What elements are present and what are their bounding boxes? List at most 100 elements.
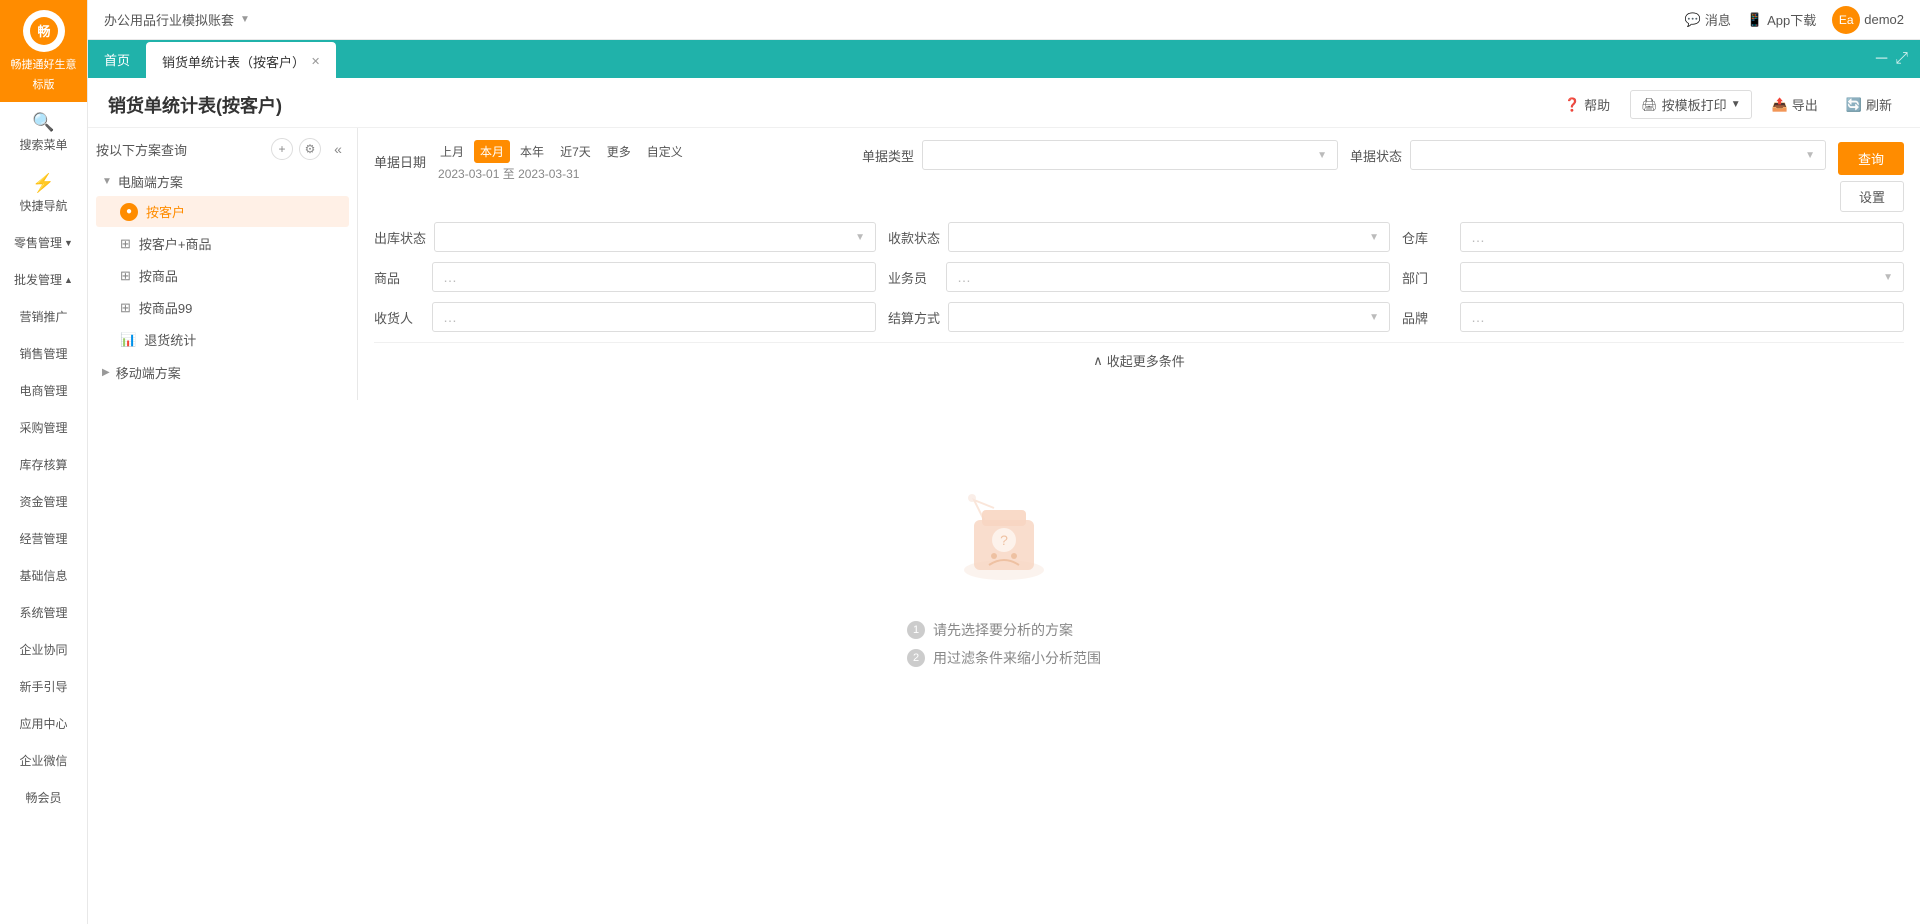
sidebar-item-marketing[interactable]: 营销推广 — [0, 298, 87, 335]
filter-date-label: 单据日期 — [374, 152, 426, 171]
empty-tips: 1 请先选择要分析的方案 2 用过滤条件来缩小分析范围 — [907, 620, 1101, 668]
collapse-label: 收起更多条件 — [1107, 351, 1185, 370]
refresh-btn[interactable]: 🔄 刷新 — [1838, 91, 1900, 118]
maximize-icon[interactable]: ⤢ — [1895, 50, 1908, 68]
sidebar-item-search[interactable]: 🔍 搜索菜单 — [0, 102, 87, 163]
sidebar-item-corpwechat-label: 企业微信 — [19, 752, 67, 769]
filter-brand-input[interactable]: … — [1460, 302, 1904, 332]
sidebar-item-wholesale-label: 批发管理 — [14, 271, 62, 288]
sidebar-item-newbie[interactable]: 新手引导 — [0, 668, 87, 705]
sidebar-item-wholesale[interactable]: 批发管理 ▲ — [0, 261, 87, 298]
filter-goods-input[interactable]: … — [432, 262, 876, 292]
filter-salesperson-input[interactable]: … — [946, 262, 1390, 292]
sidebar-item-purchase[interactable]: 采购管理 — [0, 409, 87, 446]
scheme-group-pc: ▼ 电脑端方案 ● 按客户 ⊞ 按客户+商品 ⊞ — [96, 168, 349, 355]
date-tab-this-year[interactable]: 本年 — [514, 140, 550, 163]
scheme-panel: 按以下方案查询 + ⚙ « ▼ 电脑端方案 — [88, 128, 358, 400]
by-goods-99-label: 按商品99 — [139, 298, 192, 317]
scheme-collapse-btn[interactable]: « — [327, 138, 349, 160]
filter-order-status-input[interactable]: ▼ — [1410, 140, 1826, 170]
filter-receipt-status-item: 收款状态 ▼ — [888, 222, 1390, 252]
sidebar-item-system[interactable]: 系统管理 — [0, 594, 87, 631]
export-btn[interactable]: 📤 导出 — [1764, 91, 1826, 118]
filter-salesperson-item: 业务员 … — [888, 262, 1390, 292]
date-range: 2023-03-01 至 2023-03-31 — [438, 165, 850, 182]
tip-1-text: 请先选择要分析的方案 — [933, 620, 1073, 640]
sidebar-item-corpwechat[interactable]: 企业微信 — [0, 742, 87, 779]
sidebar-item-quicknav[interactable]: ⚡ 快捷导航 — [0, 163, 87, 224]
app-download-btn[interactable]: 📱 App下载 — [1747, 10, 1816, 29]
logo-area[interactable]: 畅 畅捷通好生意 标版 — [0, 0, 87, 102]
message-btn[interactable]: 💬 消息 — [1685, 10, 1731, 29]
scheme-item-by-customer[interactable]: ● 按客户 — [96, 196, 349, 227]
scheme-edit-btn[interactable]: ⚙ — [299, 138, 321, 160]
sidebar-item-operations[interactable]: 经营管理 — [0, 520, 87, 557]
settlement-arrow-icon: ▼ — [1369, 312, 1379, 323]
sidebar-item-newbie-label: 新手引导 — [19, 678, 67, 695]
sidebar-item-quicknav-label: 快捷导航 — [19, 197, 67, 214]
scheme-add-btn[interactable]: + — [271, 138, 293, 160]
scheme-group-pc-header[interactable]: ▼ 电脑端方案 — [96, 168, 349, 195]
filter-warehouse-input[interactable]: … — [1460, 222, 1904, 252]
filter-row-4: 收货人 … 结算方式 ▼ — [374, 302, 1904, 332]
print-label: 按模板打印 — [1662, 95, 1727, 114]
page-actions: ❓ 帮助 🖨 按模板打印 ▼ 📤 导出 🔄 刷新 — [1556, 90, 1900, 119]
scheme-item-by-goods[interactable]: ⊞ 按商品 — [96, 260, 349, 291]
sidebar-item-sales[interactable]: 销售管理 — [0, 335, 87, 372]
sidebar-item-member[interactable]: 畅会员 — [0, 779, 87, 816]
by-goods-99-icon: ⊞ — [120, 300, 131, 316]
user-area[interactable]: Ea demo2 — [1832, 6, 1904, 34]
by-customer-goods-icon: ⊞ — [120, 236, 131, 252]
empty-tip-1: 1 请先选择要分析的方案 — [907, 620, 1101, 640]
by-goods-label: 按商品 — [139, 266, 178, 285]
date-tab-last-month[interactable]: 上月 — [434, 140, 470, 163]
settings-btn[interactable]: 设置 — [1840, 181, 1904, 212]
tab-sales-stat[interactable]: 销货单统计表（按客户） ✕ — [146, 42, 336, 80]
scheme-item-by-goods-99[interactable]: ⊞ 按商品99 — [96, 292, 349, 323]
retail-arrow-icon: ▼ — [64, 238, 73, 248]
filter-department-input[interactable]: ▼ — [1460, 262, 1904, 292]
tab-close-icon[interactable]: ✕ — [311, 55, 320, 68]
print-dropdown-icon: ▼ — [1731, 99, 1741, 110]
return-stat-label: 退货统计 — [144, 330, 196, 349]
filter-receipt-status-input[interactable]: ▼ — [948, 222, 1390, 252]
date-tab-this-month[interactable]: 本月 — [474, 140, 510, 163]
topbar-industry[interactable]: 办公用品行业模拟账套 ▼ — [104, 10, 250, 29]
tab-home[interactable]: 首页 — [88, 40, 146, 78]
sidebar-item-basic[interactable]: 基础信息 — [0, 557, 87, 594]
filter-settlement-input[interactable]: ▼ — [948, 302, 1390, 332]
filter-order-type-input[interactable]: ▼ — [922, 140, 1338, 170]
filter-date-item: 单据日期 上月 本月 本年 近7天 更多 自定义 20 — [374, 140, 850, 182]
collapse-more-btn[interactable]: ∧ 收起更多条件 — [1093, 351, 1185, 370]
department-arrow-icon: ▼ — [1883, 272, 1893, 283]
search-icon: 🔍 — [32, 112, 54, 133]
sidebar-item-finance[interactable]: 资金管理 — [0, 483, 87, 520]
filter-order-status-item: 单据状态 ▼ — [1350, 140, 1826, 170]
sidebar-item-retail[interactable]: 零售管理 ▼ — [0, 224, 87, 261]
date-tab-more[interactable]: 更多 — [601, 140, 637, 163]
scheme-item-return-stat[interactable]: 📊 退货统计 — [96, 324, 349, 355]
filter-warehouse-item: 仓库 … — [1402, 222, 1904, 252]
query-btn[interactable]: 查询 — [1838, 142, 1904, 175]
export-label: 导出 — [1792, 95, 1818, 114]
tab-sales-stat-label: 销货单统计表（按客户） — [162, 52, 305, 71]
tab-window-btns: ─ ⤢ — [1876, 50, 1920, 68]
export-icon: 📤 — [1772, 97, 1788, 113]
sidebar-item-ecommerce[interactable]: 电商管理 — [0, 372, 87, 409]
minimize-icon[interactable]: ─ — [1876, 50, 1887, 68]
filter-order-type-item: 单据类型 ▼ — [862, 140, 1338, 170]
date-tab-last7days[interactable]: 近7天 — [554, 140, 597, 163]
sidebar-item-inventory[interactable]: 库存核算 — [0, 446, 87, 483]
filter-actions: 查询 设置 — [1838, 140, 1904, 212]
scheme-group-mobile-header[interactable]: ▶ 移动端方案 — [96, 359, 349, 386]
print-btn[interactable]: 🖨 按模板打印 ▼ — [1630, 90, 1751, 119]
scheme-item-by-customer-goods[interactable]: ⊞ 按客户+商品 — [96, 228, 349, 259]
help-btn[interactable]: ❓ 帮助 — [1556, 91, 1618, 118]
refresh-icon: 🔄 — [1846, 97, 1862, 113]
sidebar-item-appcenter[interactable]: 应用中心 — [0, 705, 87, 742]
date-tab-custom[interactable]: 自定义 — [641, 140, 689, 163]
filter-consignee-input[interactable]: … — [432, 302, 876, 332]
avatar-initials: Ea — [1839, 13, 1854, 27]
sidebar-item-cooperation[interactable]: 企业协同 — [0, 631, 87, 668]
filter-out-status-input[interactable]: ▼ — [434, 222, 876, 252]
